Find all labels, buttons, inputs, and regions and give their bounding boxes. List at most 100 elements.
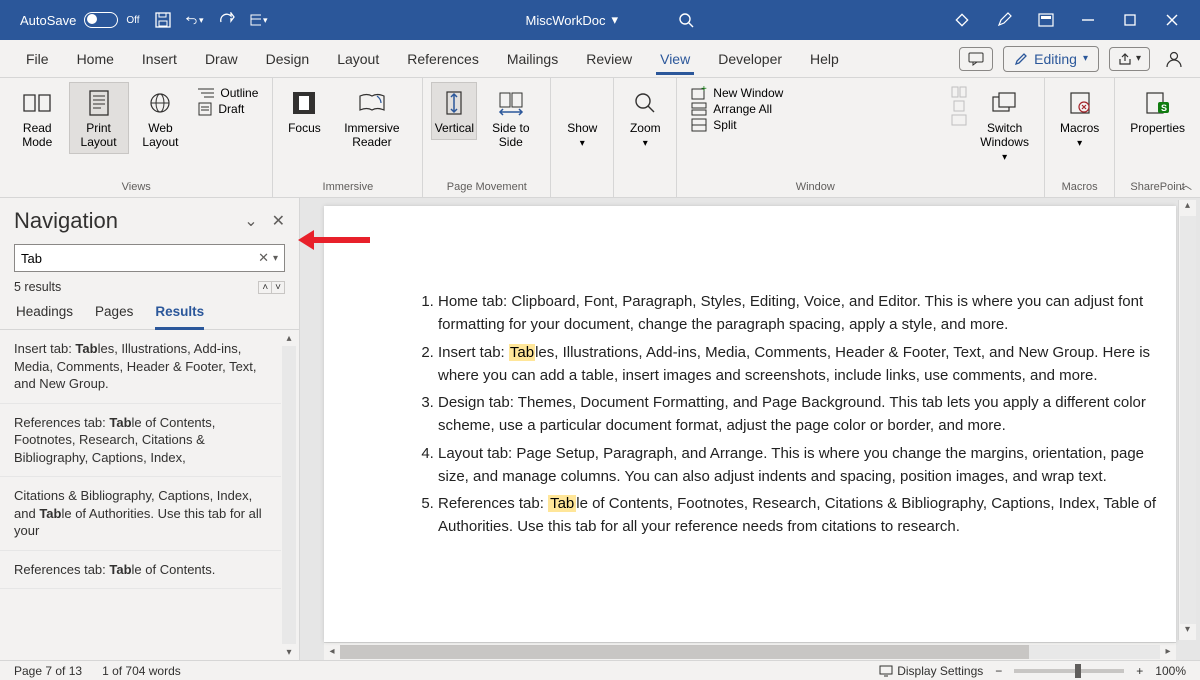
tab-view[interactable]: View [646, 43, 704, 75]
document-area: Home tab: Clipboard, Font, Paragraph, St… [300, 198, 1200, 660]
group-label-views: Views [122, 181, 151, 195]
collapse-ribbon-icon[interactable]: ︿ [1180, 176, 1192, 193]
list-item: Home tab: Clipboard, Font, Paragraph, St… [438, 290, 1176, 337]
result-nav-arrows[interactable]: ˄˅ [258, 281, 285, 294]
navtab-results[interactable]: Results [155, 304, 204, 330]
tab-insert[interactable]: Insert [128, 43, 191, 75]
tab-developer[interactable]: Developer [704, 43, 796, 75]
autosave-toggle[interactable]: AutoSave Off [20, 12, 140, 28]
switch-windows-button[interactable]: Switch Windows ▾ [973, 82, 1036, 195]
maximize-button[interactable] [1120, 10, 1140, 30]
immersive-reader-button[interactable]: Immersive Reader [329, 82, 414, 154]
ribbon-display-icon[interactable] [1036, 10, 1056, 30]
tab-help[interactable]: Help [796, 43, 853, 75]
side-to-side-button[interactable]: Side to Side [479, 82, 542, 154]
save-icon[interactable] [154, 11, 172, 29]
vertical-button[interactable]: Vertical [431, 82, 477, 140]
result-count: 5 results [14, 280, 61, 294]
group-label-window: Window [685, 181, 945, 195]
arrange-all-button[interactable]: Arrange All [691, 102, 939, 116]
document-list: Home tab: Clipboard, Font, Paragraph, St… [384, 290, 1176, 539]
diamond-icon[interactable] [952, 10, 972, 30]
status-bar: Page 7 of 13 1 of 704 words Display Sett… [0, 660, 1200, 680]
results-list: Insert tab: Tables, Illustrations, Add-i… [0, 330, 281, 660]
list-item: Design tab: Themes, Document Formatting,… [438, 391, 1176, 438]
document-page[interactable]: Home tab: Clipboard, Font, Paragraph, St… [324, 206, 1176, 642]
reset-window-button [951, 114, 967, 126]
horizontal-scrollbar[interactable]: ◂▸ [324, 642, 1176, 660]
zoom-button[interactable]: Zoom▾ [622, 82, 668, 154]
search-icon[interactable] [678, 12, 694, 28]
redo-icon[interactable] [218, 11, 236, 29]
outline-button[interactable]: Outline [198, 86, 258, 100]
group-label-macros: Macros [1062, 181, 1098, 195]
autosave-state: Off [126, 15, 139, 26]
tab-home[interactable]: Home [63, 43, 128, 75]
show-dropdown[interactable]: Show▾ [559, 82, 605, 154]
brush-icon[interactable] [994, 10, 1014, 30]
editing-mode-button[interactable]: Editing ▾ [1003, 46, 1099, 72]
search-dropdown-icon[interactable]: ▾ [273, 253, 278, 264]
word-count[interactable]: 1 of 704 words [102, 664, 181, 678]
tab-design[interactable]: Design [252, 43, 324, 75]
clear-search-icon[interactable]: ✕ [254, 250, 273, 266]
navtab-headings[interactable]: Headings [16, 304, 73, 329]
account-icon[interactable] [1160, 49, 1188, 69]
document-title[interactable]: MiscWorkDoc ▾ [526, 12, 618, 28]
view-side-by-side-button [951, 86, 967, 98]
title-bar: AutoSave Off ▾ ▾ MiscWorkDoc ▾ [0, 0, 1200, 40]
result-item[interactable]: References tab: Table of Contents. [0, 551, 281, 590]
tab-draw[interactable]: Draw [191, 43, 252, 75]
search-input-wrapper[interactable]: ✕ ▾ [14, 244, 285, 272]
web-layout-button[interactable]: Web Layout [131, 82, 191, 154]
main-area: Navigation ⌄ ✕ ✕ ▾ 5 results ˄˅ Headings… [0, 198, 1200, 660]
navigation-tabs: Headings Pages Results [0, 294, 299, 330]
print-layout-button[interactable]: Print Layout [69, 82, 129, 154]
search-input[interactable] [21, 251, 254, 266]
zoom-in-button[interactable]: + [1136, 664, 1143, 678]
pencil-icon [1014, 52, 1028, 66]
focus-button[interactable]: Focus [281, 82, 327, 140]
group-label-sharepoint: SharePoint [1130, 181, 1184, 195]
navtab-pages[interactable]: Pages [95, 304, 133, 329]
chevron-down-icon[interactable]: ⌄ [244, 211, 257, 231]
tab-layout[interactable]: Layout [323, 43, 393, 75]
svg-text:+: + [701, 86, 707, 95]
qat-customize-icon[interactable]: ▾ [250, 11, 268, 29]
share-button[interactable]: ▾ [1109, 47, 1150, 71]
close-button[interactable] [1162, 10, 1182, 30]
display-settings-button[interactable]: Display Settings [879, 664, 983, 678]
vertical-scrollbar[interactable]: ▴▾ [1178, 200, 1196, 640]
tab-mailings[interactable]: Mailings [493, 43, 572, 75]
tab-references[interactable]: References [393, 43, 493, 75]
undo-icon[interactable]: ▾ [186, 11, 204, 29]
zoom-level[interactable]: 100% [1155, 664, 1186, 678]
svg-text:S: S [1161, 103, 1167, 113]
result-item[interactable]: Insert tab: Tables, Illustrations, Add-i… [0, 330, 281, 404]
navpane-scrollbar[interactable]: ▴▾ [281, 330, 297, 660]
new-window-button[interactable]: +New Window [691, 86, 939, 100]
zoom-slider[interactable] [1014, 669, 1124, 673]
sync-scroll-button [951, 100, 967, 112]
group-label-page-movement: Page Movement [447, 181, 527, 195]
navigation-pane: Navigation ⌄ ✕ ✕ ▾ 5 results ˄˅ Headings… [0, 198, 300, 660]
toggle-off-icon [84, 12, 118, 28]
split-button[interactable]: Split [691, 118, 939, 132]
chevron-down-icon: ▾ [1083, 53, 1088, 64]
page-indicator[interactable]: Page 7 of 13 [14, 664, 82, 678]
zoom-out-button[interactable]: − [995, 664, 1002, 678]
list-item: Insert tab: Tables, Illustrations, Add-i… [438, 341, 1176, 388]
list-item: References tab: Table of Contents, Footn… [438, 492, 1176, 539]
properties-button[interactable]: SProperties [1123, 82, 1192, 140]
macros-button[interactable]: Macros▾ [1053, 82, 1106, 154]
tab-review[interactable]: Review [572, 43, 646, 75]
close-pane-icon[interactable]: ✕ [272, 211, 285, 231]
result-item[interactable]: References tab: Table of Contents, Footn… [0, 404, 281, 478]
comments-button[interactable] [959, 47, 993, 71]
result-item[interactable]: Citations & Bibliography, Captions, Inde… [0, 477, 281, 551]
draft-button[interactable]: Draft [198, 102, 258, 116]
tab-file[interactable]: File [12, 43, 63, 75]
chevron-down-icon: ▾ [611, 12, 618, 28]
minimize-button[interactable] [1078, 10, 1098, 30]
read-mode-button[interactable]: Read Mode [8, 82, 67, 154]
